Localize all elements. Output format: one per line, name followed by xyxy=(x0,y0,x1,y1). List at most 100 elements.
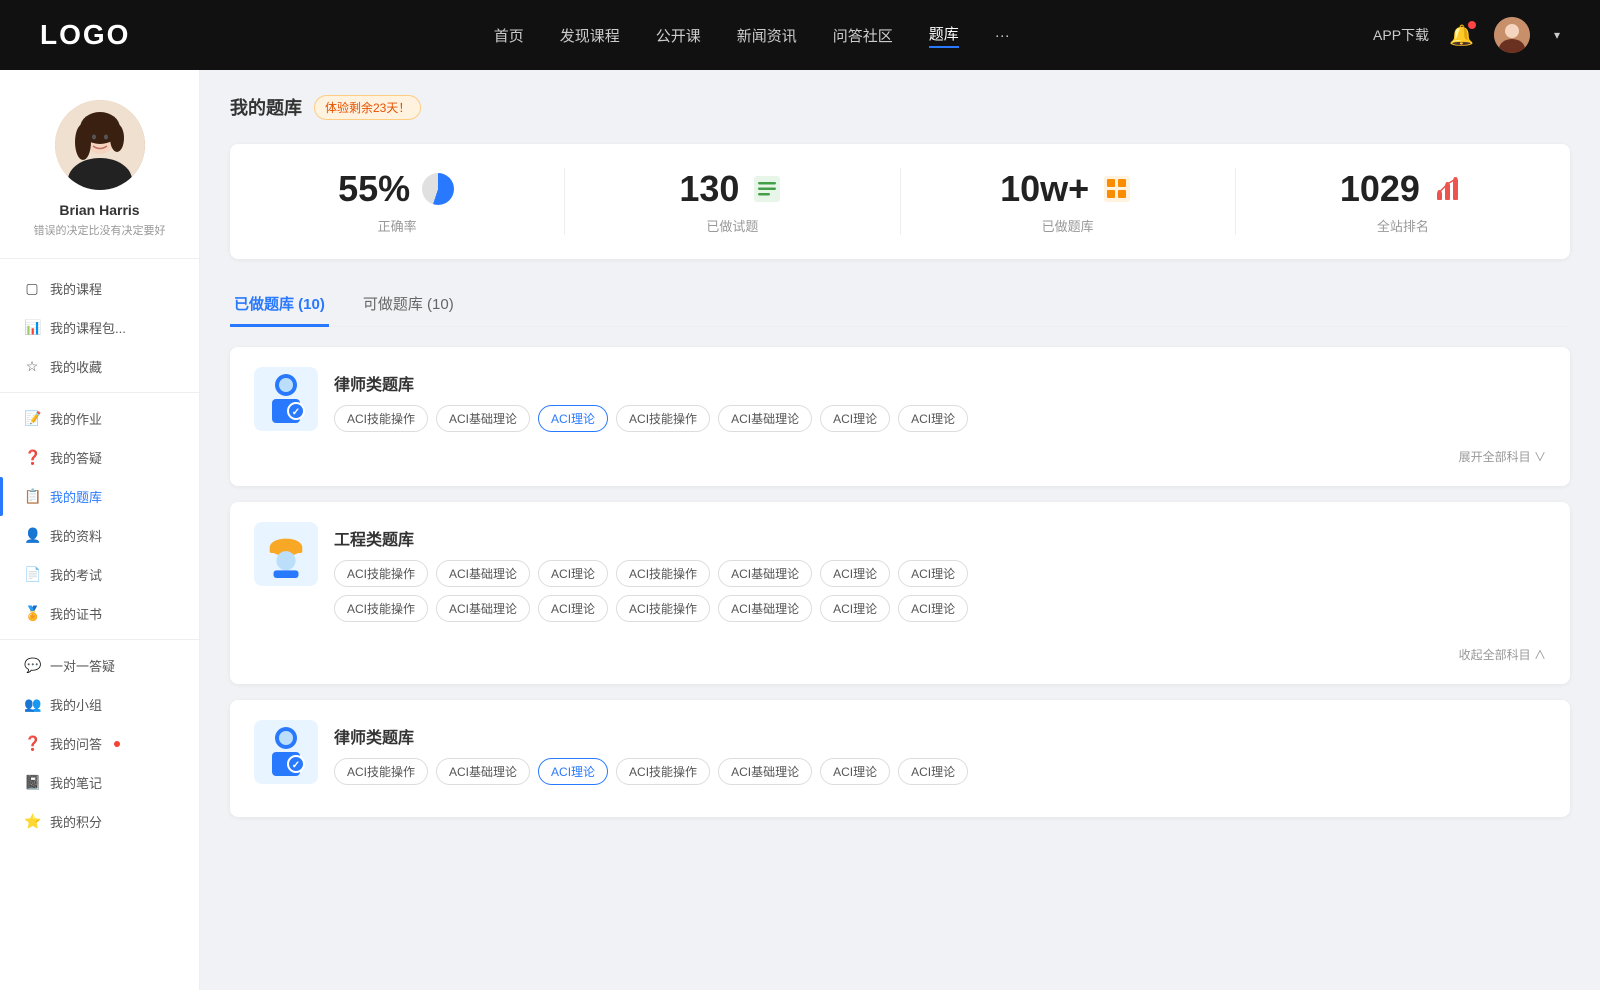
tag-eng-2-3[interactable]: ACI理论 xyxy=(538,595,608,622)
stat-accuracy: 55% 正确率 xyxy=(230,168,565,235)
tag-eng-1-7[interactable]: ACI理论 xyxy=(898,560,968,587)
questionbank-icon: 📋 xyxy=(24,488,40,505)
sidebar-item-qa-label: 我的问答 xyxy=(50,734,102,753)
profile-icon: 👤 xyxy=(24,527,40,544)
tag-lawyer2-3[interactable]: ACI理论 xyxy=(538,758,608,785)
tag-eng-2-5[interactable]: ACI基础理论 xyxy=(718,595,812,622)
tag-lawyer2-4[interactable]: ACI技能操作 xyxy=(616,758,710,785)
nav-news[interactable]: 新闻资讯 xyxy=(737,25,797,46)
expand-engineer[interactable]: 收起全部科目 ∧ xyxy=(1459,648,1546,662)
qa-icon: ❓ xyxy=(24,735,40,752)
tag-eng-2-7[interactable]: ACI理论 xyxy=(898,595,968,622)
stat-banks-label: 已做题库 xyxy=(1042,216,1094,235)
sidebar-item-points-label: 我的积分 xyxy=(50,812,102,831)
notes-icon: 📓 xyxy=(24,774,40,791)
sidebar-item-favorites[interactable]: ☆ 我的收藏 xyxy=(0,347,199,386)
page-title: 我的题库 xyxy=(230,94,302,120)
tag-lawyer2-2[interactable]: ACI基础理论 xyxy=(436,758,530,785)
tag-lawyer1-2[interactable]: ACI基础理论 xyxy=(436,405,530,432)
nav-open-course[interactable]: 公开课 xyxy=(656,25,701,46)
tag-eng-2-6[interactable]: ACI理论 xyxy=(820,595,890,622)
tutoring-icon: 💬 xyxy=(24,657,40,674)
sidebar-item-courses[interactable]: ▢ 我的课程 xyxy=(0,269,199,308)
tag-eng-2-1[interactable]: ACI技能操作 xyxy=(334,595,428,622)
nav-question-bank[interactable]: 题库 xyxy=(929,23,959,48)
nav-home[interactable]: 首页 xyxy=(494,25,524,46)
sidebar-item-group[interactable]: 👥 我的小组 xyxy=(0,685,199,724)
tag-lawyer1-6[interactable]: ACI理论 xyxy=(820,405,890,432)
avatar[interactable] xyxy=(1494,17,1530,53)
banks-done-icon xyxy=(1099,171,1135,207)
stat-questions: 130 已做试题 xyxy=(565,168,900,235)
sidebar-item-certificate[interactable]: 🏅 我的证书 xyxy=(0,594,199,633)
nav-more[interactable]: ··· xyxy=(995,27,1010,44)
stat-accuracy-value: 55% xyxy=(338,168,410,210)
avatar-dropdown-arrow[interactable]: ▾ xyxy=(1554,28,1560,42)
tag-lawyer2-6[interactable]: ACI理论 xyxy=(820,758,890,785)
trial-badge: 体验剩余23天！ xyxy=(314,95,421,120)
tag-lawyer1-5[interactable]: ACI基础理论 xyxy=(718,405,812,432)
logo: LOGO xyxy=(40,19,130,51)
lawyer-icon-box-1: ✓ xyxy=(254,367,318,431)
sidebar-item-questions[interactable]: ❓ 我的答疑 xyxy=(0,438,199,477)
tag-lawyer2-5[interactable]: ACI基础理论 xyxy=(718,758,812,785)
tag-eng-1-1[interactable]: ACI技能操作 xyxy=(334,560,428,587)
sidebar-menu: ▢ 我的课程 📊 我的课程包... ☆ 我的收藏 📝 我的作业 ❓ 我的答疑 📋 xyxy=(0,269,199,841)
lawyer-icon-1: ✓ xyxy=(262,373,310,425)
stat-banks: 10w+ 已做题库 xyxy=(901,168,1236,235)
packages-icon: 📊 xyxy=(24,319,40,336)
ranking-icon xyxy=(1430,171,1466,207)
app-download[interactable]: APP下载 xyxy=(1373,25,1429,45)
tag-eng-1-3[interactable]: ACI理论 xyxy=(538,560,608,587)
tab-done[interactable]: 已做题库 (10) xyxy=(230,283,329,327)
tag-lawyer2-7[interactable]: ACI理论 xyxy=(898,758,968,785)
tag-eng-1-2[interactable]: ACI基础理论 xyxy=(436,560,530,587)
bank-card-lawyer-2-header: ✓ 律师类题库 ACI技能操作 ACI基础理论 ACI理论 ACI技能操作 AC… xyxy=(254,720,1546,785)
tag-lawyer1-7[interactable]: ACI理论 xyxy=(898,405,968,432)
tag-lawyer1-1[interactable]: ACI技能操作 xyxy=(334,405,428,432)
homework-icon: 📝 xyxy=(24,410,40,427)
tag-lawyer1-3[interactable]: ACI理论 xyxy=(538,405,608,432)
qa-dot xyxy=(114,741,120,747)
tag-lawyer1-4[interactable]: ACI技能操作 xyxy=(616,405,710,432)
pie-chart-icon xyxy=(422,173,454,205)
sidebar-item-courses-label: 我的课程 xyxy=(50,279,102,298)
accuracy-icon xyxy=(420,171,456,207)
stat-ranking: 1029 全站排名 xyxy=(1236,168,1570,235)
page-wrapper: Brian Harris 错误的决定比没有决定要好 ▢ 我的课程 📊 我的课程包… xyxy=(0,0,1600,990)
stat-banks-value: 10w+ xyxy=(1000,168,1089,210)
sidebar-item-tutoring[interactable]: 💬 一对一答疑 xyxy=(0,646,199,685)
main-content: 我的题库 体验剩余23天！ 55% 正确率 130 xyxy=(200,70,1600,990)
sidebar-item-homework[interactable]: 📝 我的作业 xyxy=(0,399,199,438)
sidebar-item-packages[interactable]: 📊 我的课程包... xyxy=(0,308,199,347)
tag-eng-1-6[interactable]: ACI理论 xyxy=(820,560,890,587)
engineer-icon-box xyxy=(254,522,318,586)
page-header: 我的题库 体验剩余23天！ xyxy=(230,94,1570,120)
bank-title-lawyer-2: 律师类题库 xyxy=(334,724,1546,748)
stat-questions-value: 130 xyxy=(679,168,739,210)
sidebar-item-notes[interactable]: 📓 我的笔记 xyxy=(0,763,199,802)
sidebar-item-exam[interactable]: 📄 我的考试 xyxy=(0,555,199,594)
tag-eng-1-4[interactable]: ACI技能操作 xyxy=(616,560,710,587)
notification-dot xyxy=(1468,21,1476,29)
sidebar-motto: 错误的决定比没有决定要好 xyxy=(34,222,166,238)
questions-done-icon xyxy=(749,171,785,207)
sidebar-item-questionbank[interactable]: 📋 我的题库 xyxy=(0,477,199,516)
tag-eng-2-2[interactable]: ACI基础理论 xyxy=(436,595,530,622)
notification-bell[interactable]: 🔔 xyxy=(1449,23,1474,48)
tag-lawyer2-1[interactable]: ACI技能操作 xyxy=(334,758,428,785)
courses-icon: ▢ xyxy=(24,280,40,297)
sidebar-profile: Brian Harris 错误的决定比没有决定要好 xyxy=(0,100,199,259)
sidebar-item-group-label: 我的小组 xyxy=(50,695,102,714)
sidebar-item-profile[interactable]: 👤 我的资料 xyxy=(0,516,199,555)
nav-qa[interactable]: 问答社区 xyxy=(833,25,893,46)
sidebar-item-points[interactable]: ⭐ 我的积分 xyxy=(0,802,199,841)
group-icon: 👥 xyxy=(24,696,40,713)
tab-available[interactable]: 可做题库 (10) xyxy=(359,283,458,327)
bank-tags-lawyer-2: ACI技能操作 ACI基础理论 ACI理论 ACI技能操作 ACI基础理论 AC… xyxy=(334,758,1546,785)
sidebar-item-qa[interactable]: ❓ 我的问答 xyxy=(0,724,199,763)
expand-lawyer-1[interactable]: 展开全部科目 ∨ xyxy=(1459,450,1546,464)
tag-eng-2-4[interactable]: ACI技能操作 xyxy=(616,595,710,622)
tag-eng-1-5[interactable]: ACI基础理论 xyxy=(718,560,812,587)
nav-discover[interactable]: 发现课程 xyxy=(560,25,620,46)
